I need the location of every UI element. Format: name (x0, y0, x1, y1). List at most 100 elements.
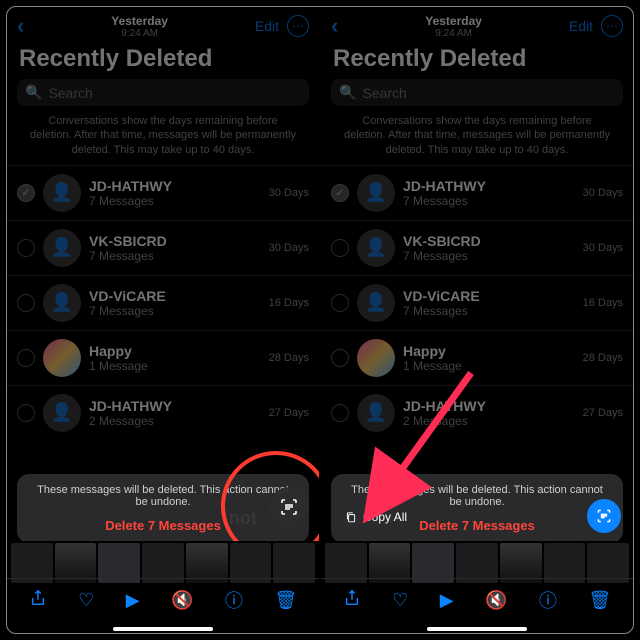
search-input[interactable] (48, 85, 301, 101)
row-right: 30 Days (583, 187, 623, 199)
avatar (43, 339, 81, 377)
delete-confirm-banner: These messages will be deleted. This act… (17, 474, 309, 543)
row-name: JD-HATHWY (403, 398, 575, 414)
list-item[interactable]: Happy 1 Message 28 Days (7, 330, 319, 385)
row-sub: 7 Messages (89, 249, 261, 263)
select-radio[interactable]: ✓ (17, 184, 35, 202)
list-item[interactable]: 👤 JD-HATHWY 2 Messages 27 Days (321, 385, 633, 440)
thumbnail[interactable] (412, 543, 454, 583)
select-radio[interactable] (331, 349, 349, 367)
thumbnail[interactable] (11, 543, 53, 583)
thumbnail[interactable] (230, 543, 272, 583)
play-icon[interactable]: ▶ (440, 590, 454, 611)
row-right: 30 Days (269, 187, 309, 199)
more-icon[interactable]: ⋯ (601, 15, 623, 37)
avatar: 👤 (43, 284, 81, 322)
select-radio[interactable]: ✓ (331, 184, 349, 202)
list-item[interactable]: ✓ 👤 JD-HATHWY 7 Messages 30 Days (321, 165, 633, 220)
row-right: 28 Days (269, 352, 309, 364)
nav-date: Yesterday (24, 14, 255, 28)
select-radio[interactable] (331, 239, 349, 257)
speaker-muted-icon[interactable]: 🔇 (485, 590, 507, 611)
search-bar[interactable]: 🔍 (331, 79, 623, 106)
trash-icon[interactable]: 🗑 (274, 590, 297, 611)
nav-time: 9:24 AM (338, 28, 569, 39)
screenshot-left: ‹ Yesterday 9:24 AM Edit ⋯ Recently Dele… (7, 7, 319, 633)
photo-toolbar: ♡ ▶ 🔇 ⓘ 🗑 (321, 578, 633, 623)
avatar: 👤 (357, 284, 395, 322)
list-item[interactable]: 👤 VK-SBICRD 7 Messages 30 Days (321, 220, 633, 275)
trash-icon[interactable]: 🗑 (588, 590, 611, 611)
row-name: Happy (403, 343, 575, 359)
play-icon[interactable]: ▶ (126, 590, 140, 611)
list-item[interactable]: 👤 VD-ViCARE 7 Messages 16 Days (321, 275, 633, 330)
home-indicator (427, 627, 527, 631)
avatar: 👤 (43, 394, 81, 432)
select-radio[interactable] (17, 404, 35, 422)
info-icon[interactable]: ⓘ (225, 587, 243, 613)
row-right: 30 Days (583, 242, 623, 254)
thumbnail[interactable] (500, 543, 542, 583)
list-item[interactable]: ✓ 👤 JD-HATHWY 7 Messages 30 Days (7, 165, 319, 220)
row-right: 27 Days (583, 407, 623, 419)
heart-icon[interactable]: ♡ (78, 590, 94, 611)
page-title: Recently Deleted (7, 41, 319, 79)
home-indicator (113, 627, 213, 631)
heart-icon[interactable]: ♡ (392, 590, 408, 611)
nav-date: Yesterday (338, 14, 569, 28)
row-sub: 7 Messages (403, 304, 575, 318)
search-input[interactable] (362, 85, 615, 101)
thumbnail[interactable] (186, 543, 228, 583)
thumbnail[interactable] (273, 543, 315, 583)
live-text-icon[interactable] (269, 487, 309, 527)
more-icon[interactable]: ⋯ (287, 15, 309, 37)
row-sub: 7 Messages (403, 249, 575, 263)
back-chevron-icon[interactable]: ‹ (17, 13, 24, 39)
thumbnail[interactable] (369, 543, 411, 583)
row-name: VD-ViCARE (403, 288, 575, 304)
delete-button[interactable]: Delete 7 Messages (31, 518, 295, 533)
row-sub: 1 Message (403, 359, 575, 373)
search-bar[interactable]: 🔍 (17, 79, 309, 106)
thumbnail[interactable] (142, 543, 184, 583)
select-radio[interactable] (17, 239, 35, 257)
avatar: 👤 (43, 229, 81, 267)
copy-all-label: Copy All (363, 510, 407, 524)
thumbnail[interactable] (325, 543, 367, 583)
select-radio[interactable] (17, 294, 35, 312)
thumbnail[interactable] (544, 543, 586, 583)
share-icon[interactable] (29, 589, 47, 612)
speaker-muted-icon[interactable]: 🔇 (171, 590, 193, 611)
thumbnail[interactable] (456, 543, 498, 583)
thumbnail[interactable] (587, 543, 629, 583)
info-icon[interactable]: ⓘ (539, 587, 557, 613)
thumbnail[interactable] (55, 543, 97, 583)
share-icon[interactable] (343, 589, 361, 612)
list-item[interactable]: 👤 JD-HATHWY 2 Messages 27 Days (7, 385, 319, 440)
avatar: 👤 (357, 394, 395, 432)
row-sub: 7 Messages (89, 194, 261, 208)
avatar: 👤 (43, 174, 81, 212)
edit-button[interactable]: Edit (255, 18, 279, 34)
banner-text: These messages will be deleted. This act… (31, 484, 295, 508)
edit-button[interactable]: Edit (569, 18, 593, 34)
list-item[interactable]: 👤 VD-ViCARE 7 Messages 16 Days (7, 275, 319, 330)
select-radio[interactable] (331, 404, 349, 422)
screenshot-right: ‹ Yesterday 9:24 AM Edit ⋯ Recently Dele… (321, 7, 633, 633)
copy-all-button[interactable]: Copy All (335, 505, 417, 529)
select-radio[interactable] (331, 294, 349, 312)
row-name: VK-SBICRD (403, 233, 575, 249)
avatar: 👤 (357, 229, 395, 267)
list-item[interactable]: Happy 1 Message 28 Days (321, 330, 633, 385)
photo-toolbar: ♡ ▶ 🔇 ⓘ 🗑 (7, 578, 319, 623)
back-chevron-icon[interactable]: ‹ (331, 13, 338, 39)
row-sub: 7 Messages (403, 194, 575, 208)
select-radio[interactable] (17, 349, 35, 367)
live-text-icon[interactable] (587, 499, 621, 533)
list-item[interactable]: 👤 VK-SBICRD 7 Messages 30 Days (7, 220, 319, 275)
row-name: VK-SBICRD (89, 233, 261, 249)
avatar (357, 339, 395, 377)
search-icon: 🔍 (339, 84, 356, 101)
row-right: 16 Days (583, 297, 623, 309)
thumbnail[interactable] (98, 543, 140, 583)
